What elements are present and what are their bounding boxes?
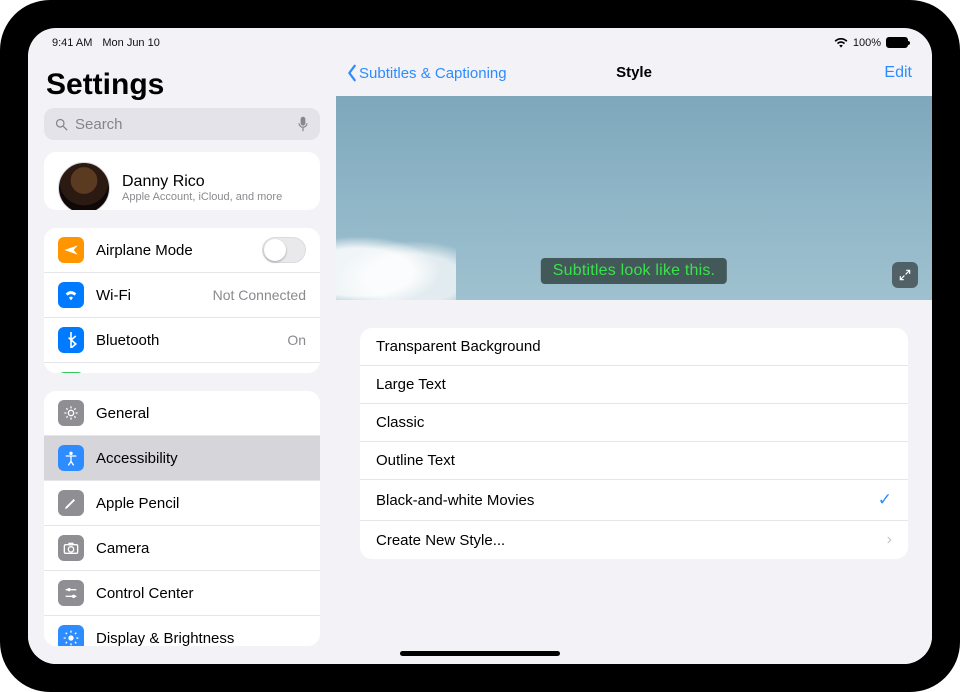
status-bar: 9:41 AM Mon Jun 10 100% xyxy=(28,28,932,54)
chevron-right-icon: › xyxy=(887,531,892,549)
sidebar-item-label: General xyxy=(96,405,306,422)
sidebar-item-value: Not Connected xyxy=(213,287,306,303)
search-icon xyxy=(54,117,69,132)
expand-preview-button[interactable] xyxy=(892,262,918,288)
sidebar-item-apple-pencil[interactable]: Apple Pencil xyxy=(44,480,320,525)
expand-icon xyxy=(898,268,912,282)
sidebar-item-display-brightness[interactable]: Display & Brightness xyxy=(44,615,320,646)
battery-icon xyxy=(886,37,908,48)
ipad-frame: 9:41 AM Mon Jun 10 100% Settings Search xyxy=(0,0,960,692)
style-option-label: Outline Text xyxy=(376,452,892,469)
profile-subtitle: Apple Account, iCloud, and more xyxy=(122,191,282,203)
profile-name: Danny Rico xyxy=(122,173,282,191)
page-title: Settings xyxy=(28,68,336,108)
subtitle-sample-text: Subtitles look like this. xyxy=(541,258,727,284)
statusbar-date: Mon Jun 10 xyxy=(102,37,159,49)
style-option-large-text[interactable]: Large Text xyxy=(360,365,908,403)
sidebar-item-label: Apple Pencil xyxy=(96,495,306,512)
dictate-icon[interactable] xyxy=(296,116,310,132)
battery-menu-icon xyxy=(58,372,84,373)
style-option-black-and-white-movies[interactable]: Black-and-white Movies ✓ xyxy=(360,479,908,520)
sidebar-item-battery[interactable]: Battery xyxy=(44,362,320,373)
back-label: Subtitles & Captioning xyxy=(359,65,507,82)
wifi-icon xyxy=(58,282,84,308)
checkmark-icon: ✓ xyxy=(878,490,892,510)
profile-card[interactable]: Danny Rico Apple Account, iCloud, and mo… xyxy=(44,152,320,210)
cloud-decoration xyxy=(336,230,456,300)
sidebar-item-airplane-mode[interactable]: Airplane Mode xyxy=(44,228,320,272)
statusbar-battery-pct: 100% xyxy=(853,37,881,49)
create-new-style-label: Create New Style... xyxy=(376,532,887,549)
sidebar-item-label: Camera xyxy=(96,540,306,557)
sidebar-item-general[interactable]: General xyxy=(44,391,320,435)
search-placeholder: Search xyxy=(75,116,290,133)
sidebar-item-label: Accessibility xyxy=(96,450,306,467)
sidebar-item-accessibility[interactable]: Accessibility xyxy=(44,435,320,480)
brightness-icon xyxy=(58,625,84,646)
wifi-icon xyxy=(834,37,848,49)
sidebar-item-control-center[interactable]: Control Center xyxy=(44,570,320,615)
sidebar-item-label: Wi-Fi xyxy=(96,287,201,304)
style-option-label: Classic xyxy=(376,414,892,431)
sidebar-group-general: General Accessibility Apple Pencil Camer… xyxy=(44,391,320,646)
sidebar-item-value: On xyxy=(287,332,306,348)
search-input[interactable]: Search xyxy=(44,108,320,140)
chevron-left-icon xyxy=(346,64,358,82)
pencil-icon xyxy=(58,490,84,516)
style-option-classic[interactable]: Classic xyxy=(360,403,908,441)
home-indicator[interactable] xyxy=(400,651,560,656)
subtitle-preview: Subtitles look like this. xyxy=(336,96,932,300)
style-option-label: Black-and-white Movies xyxy=(376,492,878,509)
avatar xyxy=(58,162,110,210)
sidebar-item-label: Bluetooth xyxy=(96,332,275,349)
edit-label: Edit xyxy=(884,64,912,81)
bluetooth-icon xyxy=(58,327,84,353)
style-option-label: Large Text xyxy=(376,376,892,393)
detail-navbar: Subtitles & Captioning Style Edit xyxy=(336,54,932,96)
style-list: Transparent Background Large Text Classi… xyxy=(360,328,908,559)
style-option-outline-text[interactable]: Outline Text xyxy=(360,441,908,479)
camera-icon xyxy=(58,535,84,561)
create-new-style-button[interactable]: Create New Style... › xyxy=(360,520,908,559)
sidebar-item-wifi[interactable]: Wi-Fi Not Connected xyxy=(44,272,320,317)
sidebar-item-label: Display & Brightness xyxy=(96,630,306,646)
gear-icon xyxy=(58,400,84,426)
screen: 9:41 AM Mon Jun 10 100% Settings Search xyxy=(28,28,932,664)
accessibility-icon xyxy=(58,445,84,471)
sidebar-item-label: Airplane Mode xyxy=(96,242,250,259)
edit-button[interactable]: Edit xyxy=(884,64,912,82)
back-button[interactable]: Subtitles & Captioning xyxy=(346,64,507,82)
style-option-transparent-background[interactable]: Transparent Background xyxy=(360,328,908,365)
sidebar-item-bluetooth[interactable]: Bluetooth On xyxy=(44,317,320,362)
airplane-icon xyxy=(58,237,84,263)
sidebar-item-label: Control Center xyxy=(96,585,306,602)
settings-sidebar: Settings Search Danny Rico Apple Account… xyxy=(28,54,336,664)
sidebar-item-camera[interactable]: Camera xyxy=(44,525,320,570)
detail-pane: Subtitles & Captioning Style Edit Subtit… xyxy=(336,54,932,664)
sidebar-group-network: Airplane Mode Wi-Fi Not Connected Blueto… xyxy=(44,228,320,373)
airplane-toggle[interactable] xyxy=(262,237,306,263)
sliders-icon xyxy=(58,580,84,606)
statusbar-time: 9:41 AM xyxy=(52,37,92,49)
style-option-label: Transparent Background xyxy=(376,338,892,355)
